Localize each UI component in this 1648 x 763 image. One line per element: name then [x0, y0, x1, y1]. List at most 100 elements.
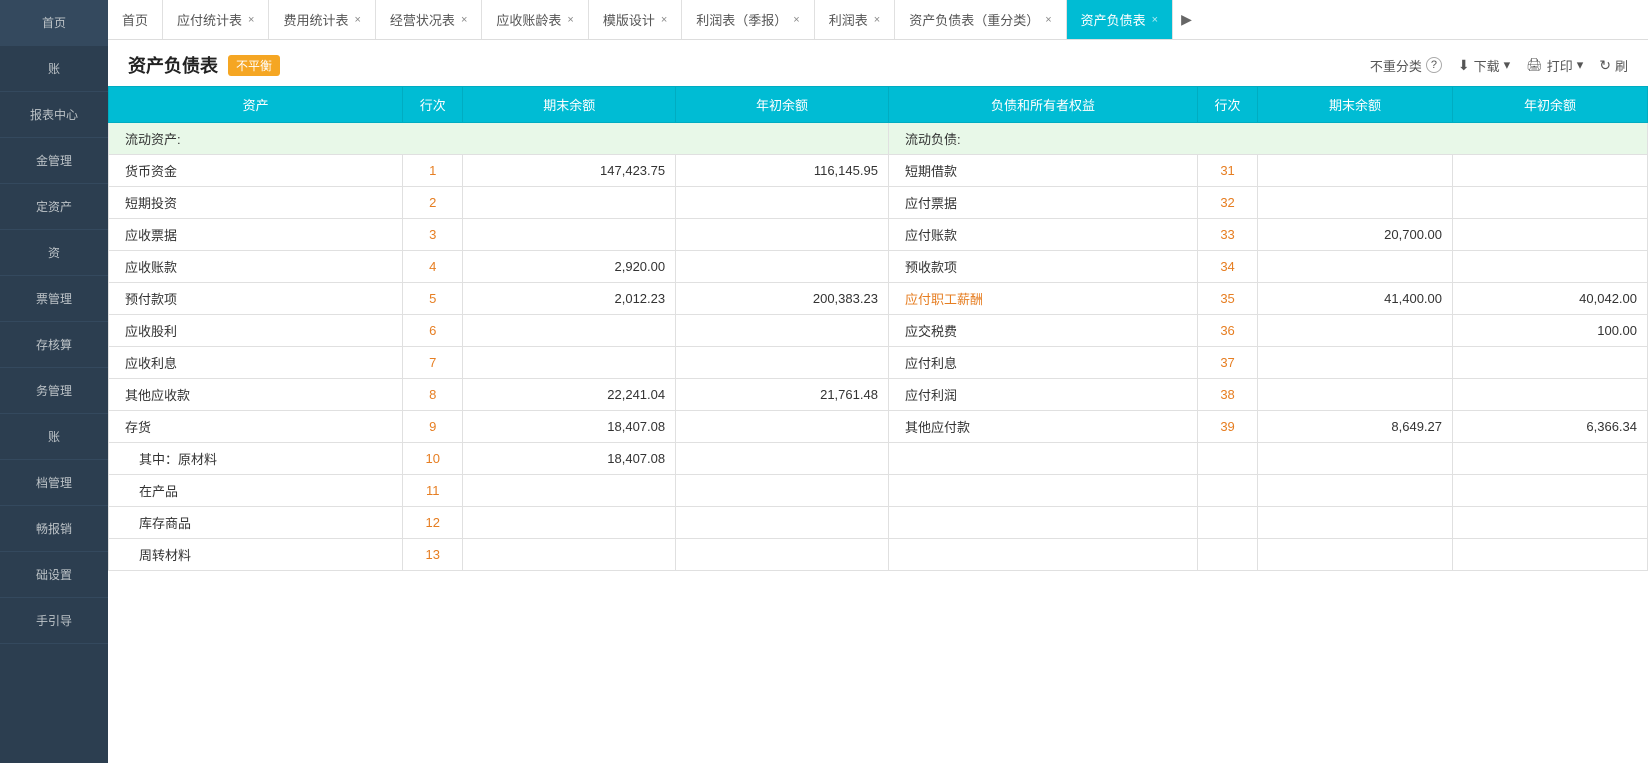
close-tab-payable-stats[interactable]: ×	[248, 14, 254, 26]
tab-balance-reclassified[interactable]: 资产负债表（重分类） ×	[895, 0, 1066, 40]
tab-receivable-aging[interactable]: 应收账龄表 ×	[482, 0, 588, 40]
period-end-value	[463, 539, 676, 571]
sidebar-item-account[interactable]: 账	[0, 414, 108, 460]
period-end2-value	[1258, 155, 1453, 187]
year-start-value	[676, 475, 889, 507]
asset-name: 应收账款	[109, 251, 403, 283]
sidebar-item-ledger[interactable]: 账	[0, 46, 108, 92]
print-button[interactable]: 🖨 打印 ▾	[1526, 56, 1583, 75]
sidebar-item-investment[interactable]: 资	[0, 230, 108, 276]
col-header-liability: 负债和所有者权益	[888, 87, 1197, 123]
period-end2-value	[1258, 507, 1453, 539]
row-number2: 36	[1198, 315, 1258, 347]
period-end-value[interactable]: 18,407.08	[463, 443, 676, 475]
sidebar-item-fixed-assets[interactable]: 定资产	[0, 184, 108, 230]
download-button[interactable]: ⬇ 下载 ▾	[1458, 56, 1510, 75]
sidebar-item-expense[interactable]: 畅报销	[0, 506, 108, 552]
asset-name: 应收股利	[109, 315, 403, 347]
col-header-row-num: 行次	[403, 87, 463, 123]
close-tab-receivable-aging[interactable]: ×	[567, 14, 573, 26]
close-tab-balance-sheet[interactable]: ×	[1152, 14, 1158, 26]
liability-name	[888, 443, 1197, 475]
sidebar-item-tax[interactable]: 务管理	[0, 368, 108, 414]
sidebar-item-guide[interactable]: 手引导	[0, 598, 108, 644]
row-number: 13	[403, 539, 463, 571]
sidebar-item-bills[interactable]: 票管理	[0, 276, 108, 322]
sidebar-item-archive[interactable]: 档管理	[0, 460, 108, 506]
year-start2-value	[1453, 507, 1648, 539]
tab-expense-stats[interactable]: 费用统计表 ×	[269, 0, 375, 40]
year-start-value	[676, 411, 889, 443]
year-start2-value: 100.00	[1453, 315, 1648, 347]
tab-income[interactable]: 利润表 ×	[815, 0, 895, 40]
tab-scroll-right[interactable]: ▶	[1173, 11, 1200, 28]
period-end2-value[interactable]: 8,649.27	[1258, 411, 1453, 443]
category-selector[interactable]: 不重分类 ?	[1370, 56, 1442, 75]
close-tab-balance-reclassified[interactable]: ×	[1045, 14, 1051, 26]
row-number2: 34	[1198, 251, 1258, 283]
liability-name	[888, 539, 1197, 571]
row-number2: 35	[1198, 283, 1258, 315]
liability-name[interactable]: 应付职工薪酬	[888, 283, 1197, 315]
period-end2-value[interactable]: 20,700.00	[1258, 219, 1453, 251]
period-end2-value	[1258, 347, 1453, 379]
period-end2-value	[1258, 443, 1453, 475]
period-end-value[interactable]: 18,407.08	[463, 411, 676, 443]
period-end-value	[463, 475, 676, 507]
year-start-value	[676, 219, 889, 251]
close-tab-template-design[interactable]: ×	[661, 14, 667, 26]
year-start2-value	[1453, 475, 1648, 507]
table-row: 短期投资 2 应付票据 32	[109, 187, 1648, 219]
year-start-value: 116,145.95	[676, 155, 889, 187]
close-tab-income[interactable]: ×	[874, 14, 880, 26]
row-number: 1	[403, 155, 463, 187]
period-end-value[interactable]: 22,241.04	[463, 379, 676, 411]
liability-name: 应付票据	[888, 187, 1197, 219]
year-start-value	[676, 187, 889, 219]
asset-name: 存货	[109, 411, 403, 443]
table-row: 在产品 11	[109, 475, 1648, 507]
year-start2-value: 40,042.00	[1453, 283, 1648, 315]
close-tab-expense-stats[interactable]: ×	[354, 14, 360, 26]
tab-operations[interactable]: 经营状况表 ×	[376, 0, 482, 40]
period-end-value[interactable]: 2,012.23	[463, 283, 676, 315]
row-number2	[1198, 539, 1258, 571]
year-start2-value	[1453, 251, 1648, 283]
refresh-button[interactable]: ↻ 刷	[1599, 56, 1628, 75]
close-tab-operations[interactable]: ×	[461, 14, 467, 26]
asset-name: 其他应收款	[109, 379, 403, 411]
col-header-year-start2: 年初余额	[1453, 87, 1648, 123]
period-end-value[interactable]: 2,920.00	[463, 251, 676, 283]
table-row: 周转材料 13	[109, 539, 1648, 571]
period-end2-value[interactable]: 41,400.00	[1258, 283, 1453, 315]
tab-template-design[interactable]: 模版设计 ×	[589, 0, 682, 40]
row-number2: 39	[1198, 411, 1258, 443]
help-icon[interactable]: ?	[1426, 57, 1442, 73]
sidebar-item-reports[interactable]: 报表中心	[0, 92, 108, 138]
sidebar-item-settings[interactable]: 础设置	[0, 552, 108, 598]
tab-income-quarterly[interactable]: 利润表（季报） ×	[682, 0, 814, 40]
row-number: 4	[403, 251, 463, 283]
table-row: 其中：原材料 10 18,407.08	[109, 443, 1648, 475]
sidebar-item-inventory[interactable]: 存核算	[0, 322, 108, 368]
sidebar-item-cash[interactable]: 金管理	[0, 138, 108, 184]
row-number2	[1198, 443, 1258, 475]
period-end-value[interactable]: 147,423.75	[463, 155, 676, 187]
asset-name: 周转材料	[109, 539, 403, 571]
close-tab-income-quarterly[interactable]: ×	[793, 14, 799, 26]
period-end2-value	[1258, 475, 1453, 507]
tab-payable-stats[interactable]: 应付统计表 ×	[163, 0, 269, 40]
col-header-asset: 资产	[109, 87, 403, 123]
main-area: 首页 应付统计表 × 费用统计表 × 经营状况表 × 应收账龄表 × 模版设计 …	[108, 0, 1648, 763]
sidebar-item-home[interactable]: 首页	[0, 0, 108, 46]
liability-name	[888, 475, 1197, 507]
tab-balance-sheet[interactable]: 资产负债表 ×	[1067, 0, 1173, 40]
year-start2-value	[1453, 187, 1648, 219]
row-number2: 33	[1198, 219, 1258, 251]
table-row: 库存商品 12	[109, 507, 1648, 539]
asset-name: 应收票据	[109, 219, 403, 251]
row-number: 6	[403, 315, 463, 347]
download-chevron-icon: ▾	[1504, 57, 1511, 73]
sidebar: 首页 账 报表中心 金管理 定资产 资 票管理 存核算 务管理 账 档管理 畅报…	[0, 0, 108, 763]
tab-home[interactable]: 首页	[108, 0, 163, 40]
